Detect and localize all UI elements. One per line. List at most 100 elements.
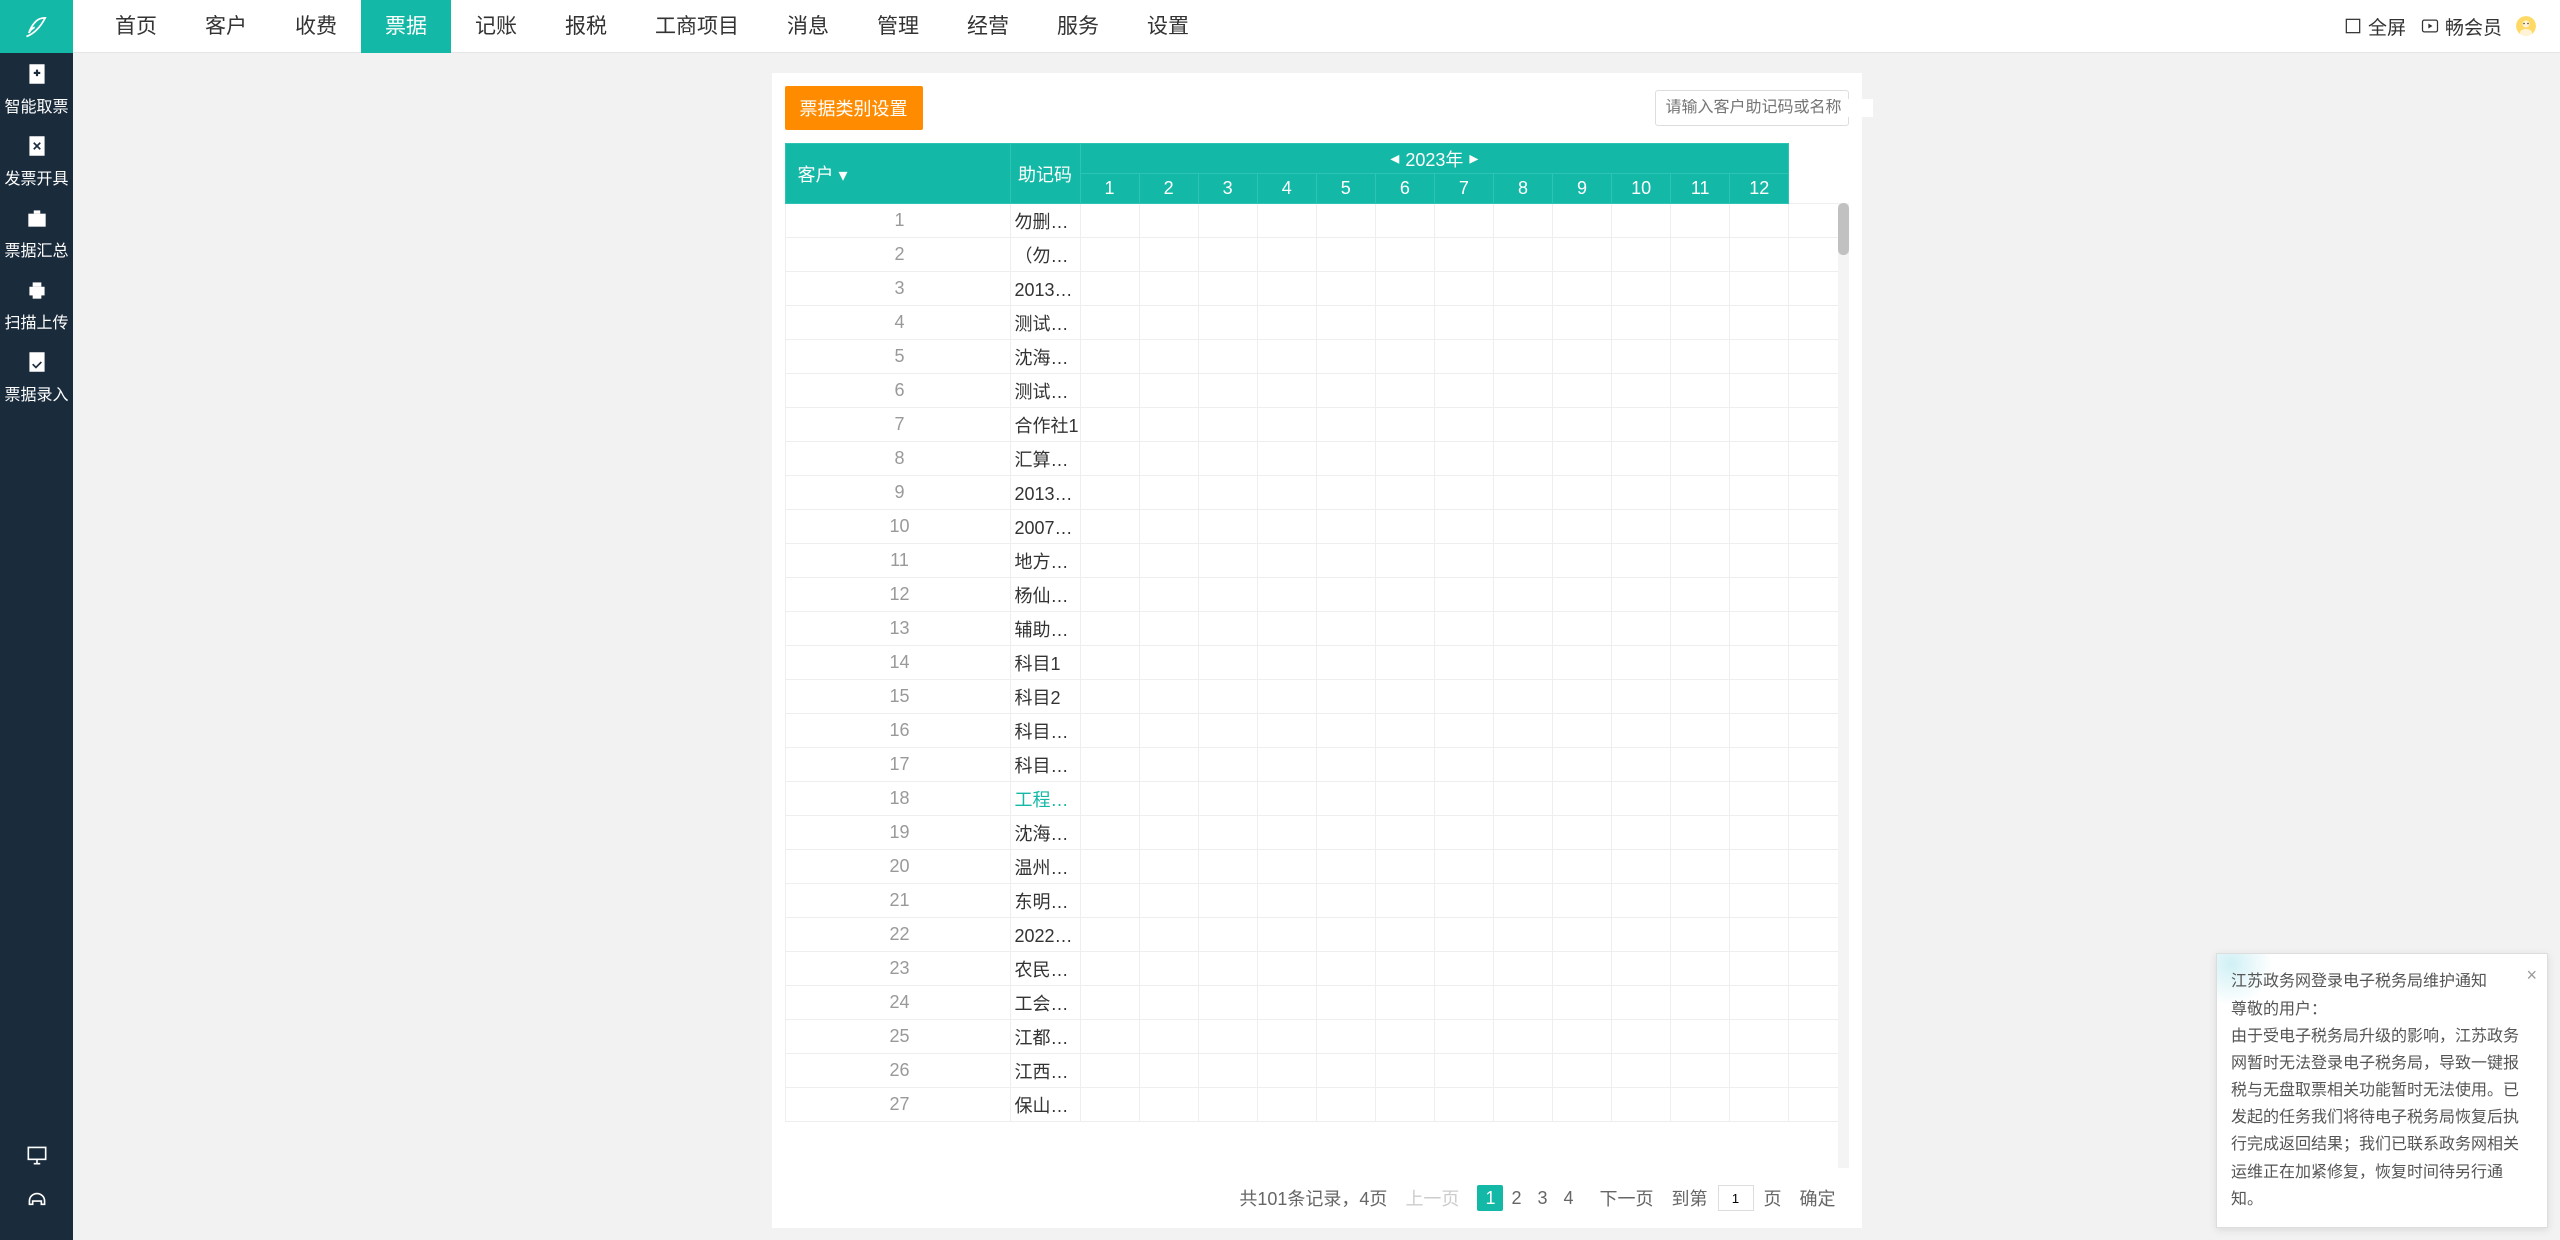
row-month-cell[interactable] — [1198, 850, 1257, 884]
row-month-cell[interactable] — [1553, 544, 1612, 578]
row-month-cell[interactable] — [1671, 204, 1730, 238]
row-month-cell[interactable] — [1139, 340, 1198, 374]
row-month-cell[interactable] — [1612, 272, 1671, 306]
row-month-cell[interactable] — [1671, 986, 1730, 1020]
row-month-cell[interactable] — [1316, 748, 1375, 782]
row-month-cell[interactable] — [1493, 374, 1552, 408]
row-month-cell[interactable] — [1316, 680, 1375, 714]
row-month-cell[interactable] — [1730, 1054, 1789, 1088]
row-month-cell[interactable] — [1730, 408, 1789, 442]
row-month-cell[interactable] — [1730, 680, 1789, 714]
row-month-cell[interactable] — [1553, 612, 1612, 646]
row-month-cell[interactable] — [1139, 510, 1198, 544]
row-month-cell[interactable] — [1434, 986, 1493, 1020]
row-month-cell[interactable] — [1493, 612, 1552, 646]
row-month-cell[interactable] — [1434, 1054, 1493, 1088]
row-month-cell[interactable] — [1730, 714, 1789, 748]
row-month-cell[interactable] — [1139, 578, 1198, 612]
row-month-cell[interactable] — [1316, 476, 1375, 510]
row-month-cell[interactable] — [1612, 646, 1671, 680]
row-month-cell[interactable] — [1139, 680, 1198, 714]
row-month-cell[interactable] — [1316, 714, 1375, 748]
row-month-cell[interactable] — [1671, 238, 1730, 272]
row-month-cell[interactable] — [1139, 442, 1198, 476]
row-month-cell[interactable] — [1257, 1054, 1316, 1088]
row-month-cell[interactable] — [1198, 442, 1257, 476]
row-month-cell[interactable] — [1671, 272, 1730, 306]
row-month-cell[interactable] — [1612, 578, 1671, 612]
row-month-cell[interactable] — [1434, 782, 1493, 816]
table-row[interactable]: 25江都区仙女镇泡泡面馆 — [785, 1020, 1848, 1054]
row-month-cell[interactable] — [1493, 782, 1552, 816]
row-month-cell[interactable] — [1434, 204, 1493, 238]
row-month-cell[interactable] — [1553, 578, 1612, 612]
search-input[interactable] — [1666, 99, 1873, 117]
row-month-cell[interactable] — [1316, 850, 1375, 884]
row-month-cell[interactable] — [1493, 340, 1552, 374]
row-month-cell[interactable] — [1553, 952, 1612, 986]
row-month-cell[interactable] — [1671, 1054, 1730, 1088]
table-row[interactable]: 6测试期末结转 — [785, 374, 1848, 408]
row-month-cell[interactable] — [1434, 408, 1493, 442]
row-month-cell[interactable] — [1730, 578, 1789, 612]
row-month-cell[interactable] — [1671, 1020, 1730, 1054]
row-month-cell[interactable] — [1139, 850, 1198, 884]
row-month-cell[interactable] — [1493, 476, 1552, 510]
row-month-cell[interactable] — [1257, 1088, 1316, 1122]
row-month-cell[interactable] — [1671, 612, 1730, 646]
row-month-cell[interactable] — [1434, 952, 1493, 986]
table-row[interactable]: 13辅助期初 — [785, 612, 1848, 646]
table-row[interactable]: 4测试账套的凭证打印的时候是否 — [785, 306, 1848, 340]
row-month-cell[interactable] — [1139, 408, 1198, 442]
row-month-cell[interactable] — [1316, 952, 1375, 986]
row-month-cell[interactable] — [1198, 612, 1257, 646]
row-month-cell[interactable] — [1375, 272, 1434, 306]
row-month-cell[interactable] — [1434, 510, 1493, 544]
table-row[interactable]: 7合作社1 — [785, 408, 1848, 442]
row-month-cell[interactable] — [1198, 646, 1257, 680]
row-month-cell[interactable] — [1316, 544, 1375, 578]
table-row[interactable]: 18工程施工结转 — [785, 782, 1848, 816]
row-month-cell[interactable] — [1493, 714, 1552, 748]
row-month-cell[interactable] — [1375, 952, 1434, 986]
row-month-cell[interactable] — [1553, 306, 1612, 340]
row-month-cell[interactable] — [1257, 748, 1316, 782]
sidebar-item-entry[interactable]: 票据录入 — [0, 341, 73, 413]
row-month-cell[interactable] — [1553, 442, 1612, 476]
row-month-cell[interactable] — [1493, 816, 1552, 850]
nav-item-0[interactable]: 首页 — [91, 0, 181, 53]
row-month-cell[interactable] — [1671, 952, 1730, 986]
row-month-cell[interactable] — [1553, 714, 1612, 748]
table-row[interactable]: 2（勿删）江西服宝-LSS — [785, 238, 1848, 272]
row-month-cell[interactable] — [1612, 986, 1671, 1020]
row-month-cell[interactable] — [1730, 1020, 1789, 1054]
row-month-cell[interactable] — [1316, 306, 1375, 340]
sidebar-item-summary[interactable]: 票据汇总 — [0, 197, 73, 269]
row-month-cell[interactable] — [1493, 1088, 1552, 1122]
row-month-cell[interactable] — [1553, 918, 1612, 952]
row-month-cell[interactable] — [1375, 680, 1434, 714]
row-month-cell[interactable] — [1316, 510, 1375, 544]
row-month-cell[interactable] — [1139, 816, 1198, 850]
nav-item-9[interactable]: 经营 — [943, 0, 1033, 53]
row-month-cell[interactable] — [1375, 612, 1434, 646]
row-month-cell[interactable] — [1139, 374, 1198, 408]
user-avatar[interactable] — [2516, 16, 2536, 36]
row-month-cell[interactable] — [1198, 1054, 1257, 1088]
row-month-cell[interactable] — [1730, 374, 1789, 408]
row-month-cell[interactable] — [1316, 612, 1375, 646]
row-month-cell[interactable] — [1198, 782, 1257, 816]
row-month-cell[interactable] — [1198, 476, 1257, 510]
row-month-cell[interactable] — [1671, 544, 1730, 578]
table-row[interactable]: 5沈海英测试勿删 — [785, 340, 1848, 374]
fullscreen-button[interactable]: 全屏 — [2343, 13, 2406, 40]
row-month-cell[interactable] — [1612, 748, 1671, 782]
row-month-cell[interactable] — [1375, 850, 1434, 884]
row-month-cell[interactable] — [1671, 884, 1730, 918]
row-month-cell[interactable] — [1316, 816, 1375, 850]
row-month-cell[interactable] — [1553, 510, 1612, 544]
row-month-cell[interactable] — [1198, 714, 1257, 748]
row-month-cell[interactable] — [1316, 884, 1375, 918]
row-month-cell[interactable] — [1316, 986, 1375, 1020]
row-month-cell[interactable] — [1139, 782, 1198, 816]
